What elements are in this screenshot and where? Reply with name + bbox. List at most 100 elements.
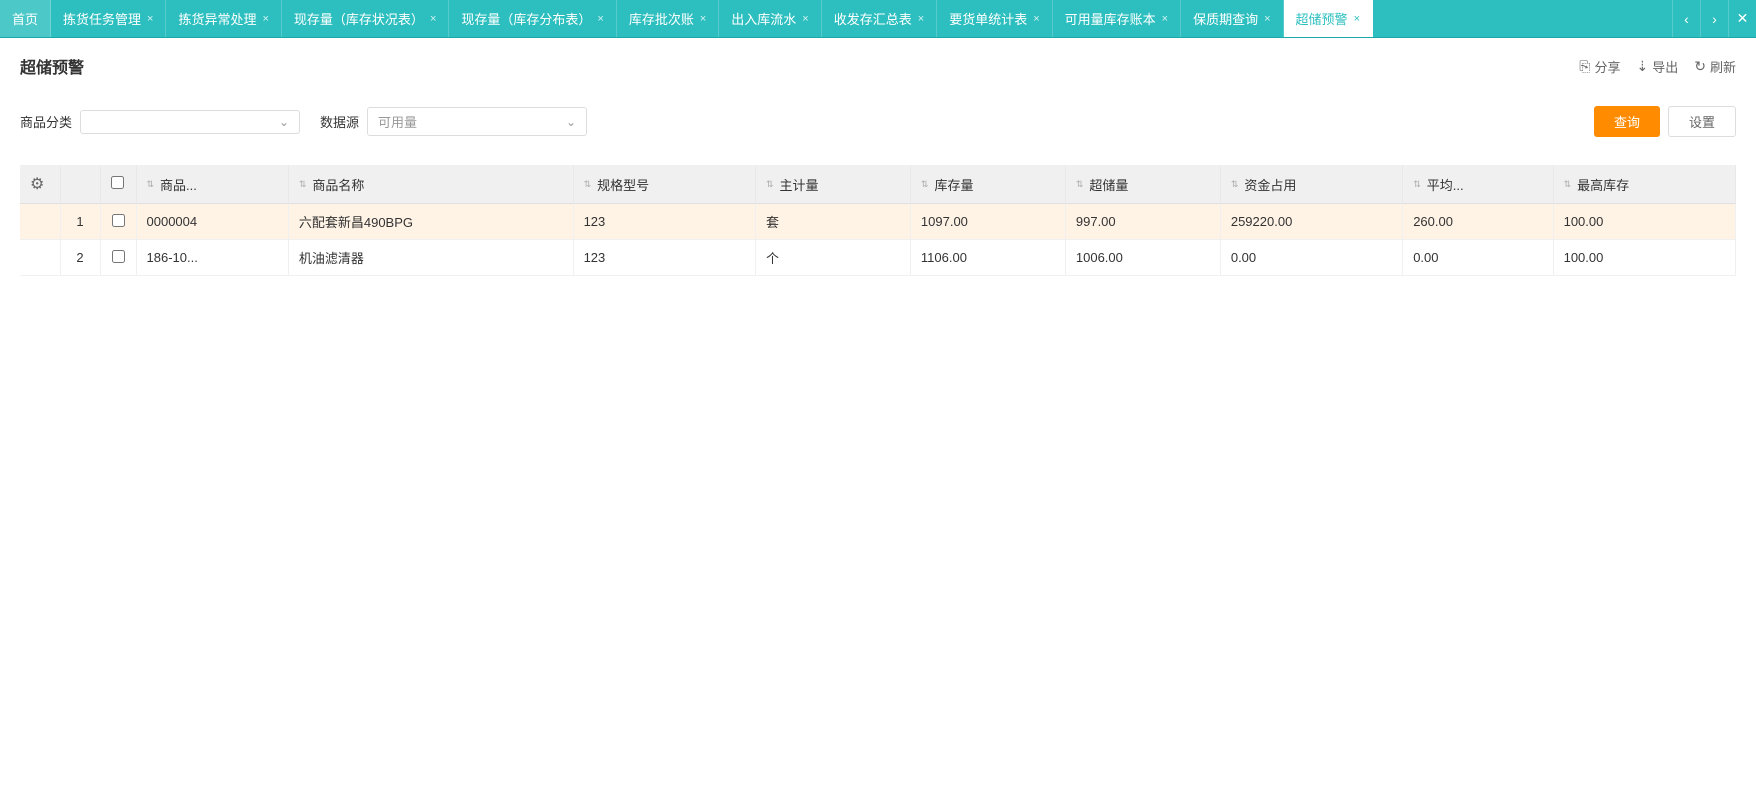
th-overstock-label: 超储量 bbox=[1089, 175, 1128, 194]
query-button[interactable]: 查询 bbox=[1594, 106, 1660, 137]
datasource-label: 数据源 bbox=[320, 112, 359, 131]
row-avg-1: 0.00 bbox=[1403, 240, 1553, 276]
th-product-name[interactable]: ⇅ 商品名称 bbox=[288, 165, 573, 204]
export-button[interactable]: ⇣ 导出 bbox=[1637, 57, 1679, 76]
refresh-label: 刷新 bbox=[1710, 57, 1736, 76]
nav-label-expiry-check: 保质期查询 bbox=[1193, 9, 1258, 28]
sort-icon-product-name: ⇅ bbox=[299, 180, 307, 189]
row-product-code-0: 0000004 bbox=[136, 204, 288, 240]
row-spec-0: 123 bbox=[573, 204, 755, 240]
th-spec[interactable]: ⇅ 规格型号 bbox=[573, 165, 755, 204]
nav-item-abnormal[interactable]: 拣货异常处理 × bbox=[166, 0, 281, 37]
nav-close-task-mgmt[interactable]: × bbox=[147, 13, 153, 25]
datasource-select-value: 可用量 bbox=[378, 112, 417, 131]
nav-item-collect-summary[interactable]: 收发存汇总表 × bbox=[822, 0, 937, 37]
th-unit-label: 主计量 bbox=[779, 175, 818, 194]
nav-close-available-account[interactable]: × bbox=[1162, 13, 1168, 25]
nav-close-in-out-flow[interactable]: × bbox=[802, 13, 808, 25]
sort-icon-max-stock: ⇅ bbox=[1564, 180, 1572, 189]
th-capital[interactable]: ⇅ 资金占用 bbox=[1220, 165, 1402, 204]
nav-item-inventory-dist[interactable]: 现存量（库存分布表） × bbox=[449, 0, 616, 37]
datasource-select[interactable]: 可用量 ⌄ bbox=[367, 107, 587, 136]
category-select[interactable]: ⌄ bbox=[80, 110, 300, 134]
nav-item-home[interactable]: 首页 bbox=[0, 0, 51, 37]
th-avg[interactable]: ⇅ 平均... bbox=[1403, 165, 1553, 204]
category-filter: 商品分类 ⌄ bbox=[20, 110, 300, 134]
refresh-button[interactable]: ↻ 刷新 bbox=[1694, 57, 1736, 76]
nav-item-task-mgmt[interactable]: 拣货任务管理 × bbox=[51, 0, 166, 37]
nav-label-collect-summary: 收发存汇总表 bbox=[834, 9, 912, 28]
nav-label-in-out-flow: 出入库流水 bbox=[731, 9, 796, 28]
nav-close-expiry-check[interactable]: × bbox=[1264, 13, 1270, 25]
nav-arrow-right[interactable]: › bbox=[1700, 0, 1728, 37]
th-unit[interactable]: ⇅ 主计量 bbox=[755, 165, 910, 204]
nav-label-task-mgmt: 拣货任务管理 bbox=[63, 9, 141, 28]
nav-item-in-out-flow[interactable]: 出入库流水 × bbox=[719, 0, 821, 37]
nav-close-batch-account[interactable]: × bbox=[700, 13, 706, 25]
nav-label-batch-account: 库存批次账 bbox=[629, 9, 694, 28]
nav-close-inventory-dist[interactable]: × bbox=[597, 13, 603, 25]
nav-close-abnormal[interactable]: × bbox=[262, 13, 268, 25]
page-title: 超储预警 bbox=[20, 54, 84, 78]
table-header-row: ⚙ ⇅ 商品... ⇅ 商品名称 bbox=[20, 165, 1736, 204]
nav-item-order-stats[interactable]: 要货单统计表 × bbox=[937, 0, 1052, 37]
filter-actions: 查询 设置 bbox=[1594, 106, 1736, 137]
sort-icon-overstock: ⇅ bbox=[1076, 180, 1084, 189]
row-avg-0: 260.00 bbox=[1403, 204, 1553, 240]
export-label: 导出 bbox=[1652, 57, 1678, 76]
nav-item-available-account[interactable]: 可用量库存账本 × bbox=[1053, 0, 1181, 37]
row-overstock-1: 1006.00 bbox=[1065, 240, 1220, 276]
share-icon: ⎘ bbox=[1579, 58, 1590, 75]
th-spec-label: 规格型号 bbox=[597, 175, 649, 194]
page-header: 超储预警 ⎘ 分享 ⇣ 导出 ↻ 刷新 bbox=[20, 54, 1736, 78]
th-product-code[interactable]: ⇅ 商品... bbox=[136, 165, 288, 204]
top-navigation: 首页 拣货任务管理 × 拣货异常处理 × 现存量（库存状况表） × 现存量（库存… bbox=[0, 0, 1756, 38]
nav-close-inventory-status[interactable]: × bbox=[430, 13, 436, 25]
row-seq-1: 2 bbox=[60, 240, 100, 276]
row-stock-1: 1106.00 bbox=[910, 240, 1065, 276]
data-table: ⚙ ⇅ 商品... ⇅ 商品名称 bbox=[20, 165, 1736, 276]
table-row: 1 0000004 六配套新昌490BPG 123 套 1097.00 997.… bbox=[20, 204, 1736, 240]
th-settings: ⚙ bbox=[20, 165, 60, 204]
category-dropdown-icon: ⌄ bbox=[279, 115, 289, 129]
row-overstock-0: 997.00 bbox=[1065, 204, 1220, 240]
page-container: 超储预警 ⎘ 分享 ⇣ 导出 ↻ 刷新 商品分类 ⌄ 数据源 bbox=[0, 38, 1756, 800]
nav-item-batch-account[interactable]: 库存批次账 × bbox=[617, 0, 719, 37]
nav-label-available-account: 可用量库存账本 bbox=[1065, 9, 1156, 28]
settings-button[interactable]: 设置 bbox=[1668, 106, 1736, 137]
share-label: 分享 bbox=[1594, 57, 1620, 76]
sort-icon-avg: ⇅ bbox=[1413, 180, 1421, 189]
nav-label-abnormal: 拣货异常处理 bbox=[178, 9, 256, 28]
settings-gear-icon[interactable]: ⚙ bbox=[30, 176, 44, 193]
nav-close-collect-summary[interactable]: × bbox=[918, 13, 924, 25]
nav-label-home: 首页 bbox=[12, 9, 38, 28]
nav-item-expiry-check[interactable]: 保质期查询 × bbox=[1181, 0, 1283, 37]
th-stock[interactable]: ⇅ 库存量 bbox=[910, 165, 1065, 204]
th-max-stock-label: 最高库存 bbox=[1577, 175, 1629, 194]
nav-arrow-close[interactable]: ✕ bbox=[1728, 0, 1756, 37]
nav-arrow-left[interactable]: ‹ bbox=[1672, 0, 1700, 37]
th-product-name-label: 商品名称 bbox=[312, 175, 364, 194]
category-label: 商品分类 bbox=[20, 112, 72, 131]
nav-item-overstock-warning[interactable]: 超储预警 × bbox=[1284, 0, 1373, 37]
th-max-stock[interactable]: ⇅ 最高库存 bbox=[1553, 165, 1735, 204]
filter-bar: 商品分类 ⌄ 数据源 可用量 ⌄ 查询 设置 bbox=[20, 94, 1736, 149]
row-product-name-0: 六配套新昌490BPG bbox=[288, 204, 573, 240]
datasource-filter: 数据源 可用量 ⌄ bbox=[320, 107, 587, 136]
th-overstock[interactable]: ⇅ 超储量 bbox=[1065, 165, 1220, 204]
th-checkbox bbox=[100, 165, 136, 204]
nav-close-overstock-warning[interactable]: × bbox=[1354, 13, 1360, 25]
row-stock-0: 1097.00 bbox=[910, 204, 1065, 240]
nav-arrows-container: ‹ › ✕ bbox=[1672, 0, 1756, 37]
nav-label-inventory-dist: 现存量（库存分布表） bbox=[461, 9, 591, 28]
th-seq bbox=[60, 165, 100, 204]
select-all-checkbox[interactable] bbox=[111, 176, 124, 189]
th-capital-label: 资金占用 bbox=[1244, 175, 1296, 194]
share-button[interactable]: ⎘ 分享 bbox=[1579, 57, 1620, 76]
table-row: 2 186-10... 机油滤清器 123 个 1106.00 1006.00 … bbox=[20, 240, 1736, 276]
row-check-0[interactable] bbox=[112, 214, 125, 227]
row-product-name-1: 机油滤清器 bbox=[288, 240, 573, 276]
nav-item-inventory-status[interactable]: 现存量（库存状况表） × bbox=[282, 0, 449, 37]
row-check-1[interactable] bbox=[112, 250, 125, 263]
nav-close-order-stats[interactable]: × bbox=[1033, 13, 1039, 25]
